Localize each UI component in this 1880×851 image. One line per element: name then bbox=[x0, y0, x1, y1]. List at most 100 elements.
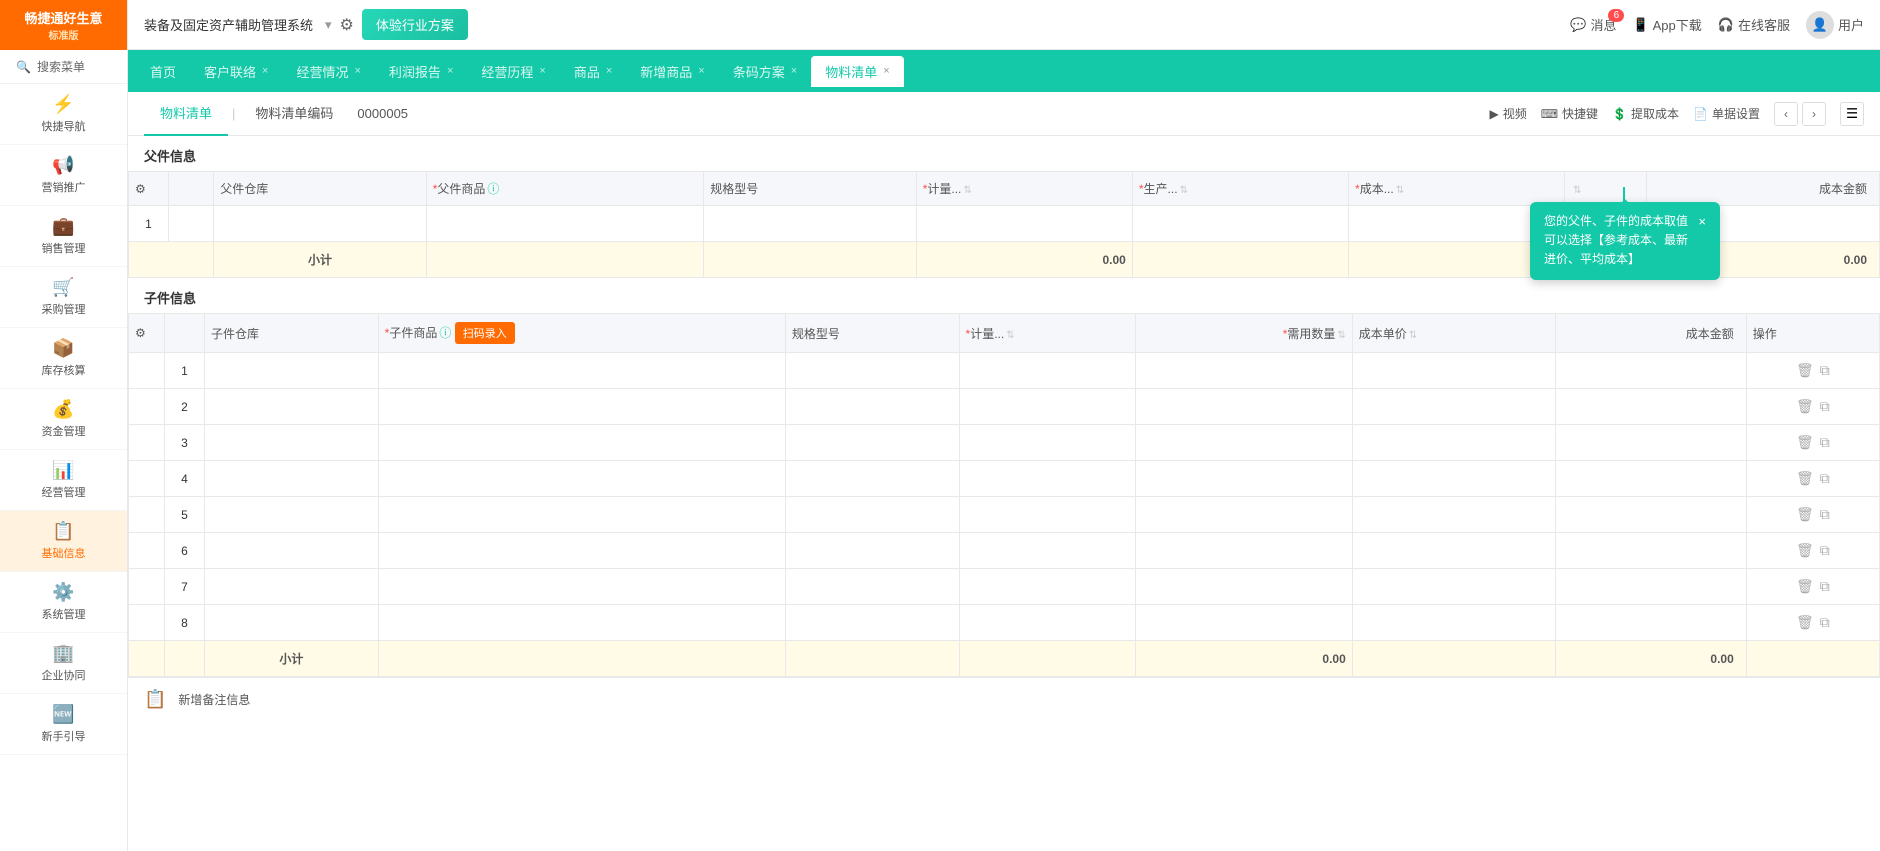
copy-icon-3[interactable]: ⧉ bbox=[1820, 434, 1830, 451]
sidebar-item-operations[interactable]: 📊经营管理 bbox=[0, 450, 127, 511]
child-cost-price-cell-1[interactable] bbox=[1352, 353, 1555, 389]
sidebar-item-inventory[interactable]: 📦库存核算 bbox=[0, 328, 127, 389]
child-warehouse-cell-1[interactable] bbox=[205, 353, 379, 389]
prev-arrow[interactable]: ‹ bbox=[1774, 102, 1798, 126]
tab-bom[interactable]: 物料清单× bbox=[811, 56, 903, 87]
settings-button[interactable]: 📄 单据设置 bbox=[1693, 105, 1760, 122]
parent-unit-cell[interactable] bbox=[916, 206, 1132, 242]
customer-service-button[interactable]: 🎧 在线客服 bbox=[1718, 15, 1790, 34]
child-product-cell-7[interactable] bbox=[378, 569, 785, 605]
child-unit-cell-3[interactable] bbox=[959, 425, 1136, 461]
child-unit-cell-8[interactable] bbox=[959, 605, 1136, 641]
tab-clients[interactable]: 客户联络× bbox=[190, 56, 282, 87]
child-cost-price-cell-7[interactable] bbox=[1352, 569, 1555, 605]
child-product-cell-1[interactable] bbox=[378, 353, 785, 389]
child-product-cell-2[interactable] bbox=[378, 389, 785, 425]
child-unit-cell-6[interactable] bbox=[959, 533, 1136, 569]
list-view-button[interactable]: ☰ bbox=[1840, 102, 1864, 126]
sidebar-item-guide[interactable]: 🆕新手引导 bbox=[0, 694, 127, 755]
tab-history[interactable]: 经营历程× bbox=[467, 56, 559, 87]
settings-icon[interactable]: ⚙ bbox=[340, 15, 354, 35]
child-cost-price-cell-5[interactable] bbox=[1352, 497, 1555, 533]
child-warehouse-cell-4[interactable] bbox=[205, 461, 379, 497]
sidebar-item-system[interactable]: ⚙️系统管理 bbox=[0, 572, 127, 633]
tab-bom-code[interactable]: 物料清单编码 bbox=[239, 92, 349, 136]
scan-input-button[interactable]: 扫码录入 bbox=[455, 322, 515, 344]
child-cost-price-cell-6[interactable] bbox=[1352, 533, 1555, 569]
tooltip-close-button[interactable]: × bbox=[1698, 212, 1706, 233]
child-product-cell-3[interactable] bbox=[378, 425, 785, 461]
child-warehouse-cell-7[interactable] bbox=[205, 569, 379, 605]
trial-button[interactable]: 体验行业方案 bbox=[362, 9, 468, 40]
tab-profit[interactable]: 利润报告× bbox=[375, 56, 467, 87]
tab-new-product[interactable]: 新增商品× bbox=[626, 56, 718, 87]
child-cost-price-cell-3[interactable] bbox=[1352, 425, 1555, 461]
sidebar-item-marketing[interactable]: 📢营销推广 bbox=[0, 145, 127, 206]
child-qty-cell-4[interactable] bbox=[1136, 461, 1353, 497]
copy-icon-4[interactable]: ⧉ bbox=[1820, 470, 1830, 487]
copy-icon-2[interactable]: ⧉ bbox=[1820, 398, 1830, 415]
child-unit-cell-2[interactable] bbox=[959, 389, 1136, 425]
child-unit-cell-5[interactable] bbox=[959, 497, 1136, 533]
tab-barcode[interactable]: 条码方案× bbox=[719, 56, 811, 87]
app-download-button[interactable]: 📱 App下载 bbox=[1632, 15, 1701, 34]
child-product-cell-4[interactable] bbox=[378, 461, 785, 497]
sidebar-item-quick-nav[interactable]: ⚡快捷导航 bbox=[0, 84, 127, 145]
cost-button[interactable]: 💲 提取成本 bbox=[1612, 105, 1679, 122]
tab-close-new-product[interactable]: × bbox=[698, 65, 704, 77]
delete-icon-5[interactable]: 🗑 bbox=[1796, 506, 1814, 523]
parent-production-cell[interactable] bbox=[1132, 206, 1348, 242]
tab-close-operations[interactable]: × bbox=[354, 65, 360, 77]
tab-bom-list[interactable]: 物料清单 bbox=[144, 92, 228, 136]
sidebar-item-enterprise[interactable]: 🏢企业协同 bbox=[0, 633, 127, 694]
delete-icon-2[interactable]: 🗑 bbox=[1796, 398, 1814, 415]
sidebar-item-basic-info[interactable]: 📋基础信息 bbox=[0, 511, 127, 572]
parent-product-cell[interactable] bbox=[426, 206, 704, 242]
tab-close-history[interactable]: × bbox=[539, 65, 545, 77]
child-warehouse-cell-8[interactable] bbox=[205, 605, 379, 641]
child-unit-cell-1[interactable] bbox=[959, 353, 1136, 389]
user-button[interactable]: 👤 用户 bbox=[1806, 11, 1864, 39]
child-product-cell-5[interactable] bbox=[378, 497, 785, 533]
child-unit-cell-7[interactable] bbox=[959, 569, 1136, 605]
copy-icon-1[interactable]: ⧉ bbox=[1820, 362, 1830, 379]
child-warehouse-cell-2[interactable] bbox=[205, 389, 379, 425]
child-qty-cell-6[interactable] bbox=[1136, 533, 1353, 569]
sidebar-item-purchase[interactable]: 🛒采购管理 bbox=[0, 267, 127, 328]
copy-icon-8[interactable]: ⧉ bbox=[1820, 614, 1830, 631]
child-spec-cell-3[interactable] bbox=[785, 425, 959, 461]
child-qty-cell-8[interactable] bbox=[1136, 605, 1353, 641]
child-spec-cell-6[interactable] bbox=[785, 533, 959, 569]
child-qty-cell-1[interactable] bbox=[1136, 353, 1353, 389]
search-menu[interactable]: 🔍 搜索菜单 bbox=[0, 50, 127, 84]
delete-icon-7[interactable]: 🗑 bbox=[1796, 578, 1814, 595]
child-spec-cell-1[interactable] bbox=[785, 353, 959, 389]
child-spec-cell-2[interactable] bbox=[785, 389, 959, 425]
tab-home[interactable]: 首页 bbox=[136, 56, 190, 87]
child-spec-cell-4[interactable] bbox=[785, 461, 959, 497]
shortcut-button[interactable]: ⌨ 快捷键 bbox=[1541, 105, 1598, 122]
sidebar-item-finance[interactable]: 💰资金管理 bbox=[0, 389, 127, 450]
tab-operations[interactable]: 经营情况× bbox=[282, 56, 374, 87]
copy-icon-7[interactable]: ⧉ bbox=[1820, 578, 1830, 595]
message-button[interactable]: 💬 6 消息 bbox=[1570, 15, 1616, 34]
dropdown-arrow-icon[interactable]: ▾ bbox=[325, 17, 332, 33]
tab-close-bom[interactable]: × bbox=[883, 65, 889, 77]
child-qty-cell-2[interactable] bbox=[1136, 389, 1353, 425]
child-warehouse-cell-3[interactable] bbox=[205, 425, 379, 461]
next-arrow[interactable]: › bbox=[1802, 102, 1826, 126]
tab-close-profit[interactable]: × bbox=[447, 65, 453, 77]
child-unit-cell-4[interactable] bbox=[959, 461, 1136, 497]
child-qty-cell-3[interactable] bbox=[1136, 425, 1353, 461]
child-qty-cell-5[interactable] bbox=[1136, 497, 1353, 533]
child-warehouse-cell-5[interactable] bbox=[205, 497, 379, 533]
child-cost-price-cell-2[interactable] bbox=[1352, 389, 1555, 425]
copy-icon-6[interactable]: ⧉ bbox=[1820, 542, 1830, 559]
copy-icon-5[interactable]: ⧉ bbox=[1820, 506, 1830, 523]
delete-icon-1[interactable]: 🗑 bbox=[1796, 362, 1814, 379]
child-product-cell-6[interactable] bbox=[378, 533, 785, 569]
child-spec-cell-7[interactable] bbox=[785, 569, 959, 605]
delete-icon-6[interactable]: 🗑 bbox=[1796, 542, 1814, 559]
sidebar-item-sales[interactable]: 💼销售管理 bbox=[0, 206, 127, 267]
tab-close-barcode[interactable]: × bbox=[791, 65, 797, 77]
